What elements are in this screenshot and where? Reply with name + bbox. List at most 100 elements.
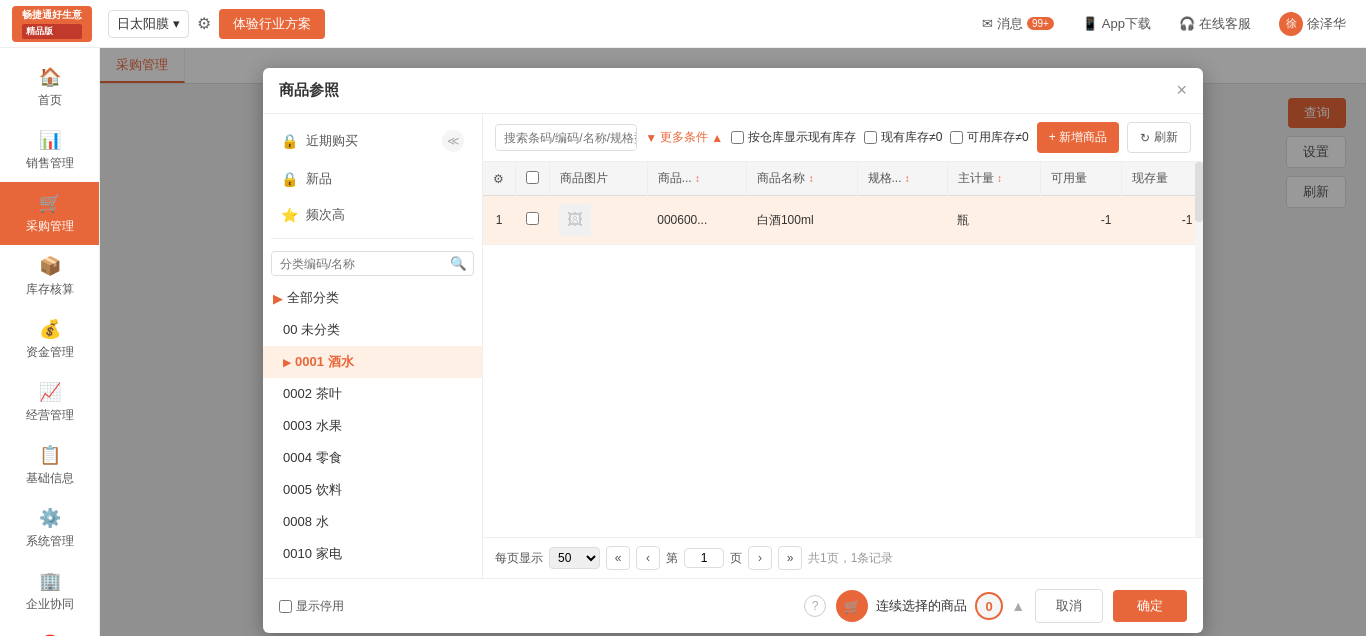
tree-item-0001-label: 0001 酒水 bbox=[295, 353, 354, 371]
recent-icon: 🔒 bbox=[281, 133, 298, 149]
collapse-button[interactable]: ≪ bbox=[442, 130, 464, 152]
trial-btn[interactable]: 体验行业方案 bbox=[219, 9, 325, 39]
prev-page-button[interactable]: ‹ bbox=[636, 546, 660, 570]
gear-button[interactable]: ⚙ bbox=[197, 14, 211, 33]
confirm-button[interactable]: 确定 bbox=[1113, 590, 1187, 622]
sidebar-item-sales[interactable]: 📊 销售管理 bbox=[0, 119, 99, 182]
sales-icon: 📊 bbox=[39, 129, 61, 151]
tab-frequent[interactable]: ⭐ 频次高 bbox=[271, 198, 474, 232]
left-panel: 🔒 近期购买 ≪ 🔒 新品 ⭐ 频次高 bbox=[263, 114, 483, 578]
tree-item-00-label: 00 未分类 bbox=[283, 321, 340, 339]
new-label: 新品 bbox=[306, 170, 332, 188]
purchase-icon: 🛒 bbox=[39, 192, 61, 214]
store-selector[interactable]: 日太阳膜 ▾ bbox=[108, 10, 189, 38]
sidebar-item-finance[interactable]: 💰 资金管理 bbox=[0, 308, 99, 371]
sort-code-icon: ↕ bbox=[695, 173, 700, 184]
tree-item-0010[interactable]: 0010 家电 bbox=[263, 538, 482, 570]
th-stock: 现存量 bbox=[1121, 162, 1202, 196]
sidebar-item-home[interactable]: 🏠 首页 bbox=[0, 56, 99, 119]
classify-search-button[interactable]: 🔍 bbox=[444, 252, 473, 275]
tree-item-0003[interactable]: 0003 水果 bbox=[263, 410, 482, 442]
sort-name-icon: ↕ bbox=[809, 173, 814, 184]
message-btn[interactable]: ✉ 消息 99+ bbox=[974, 11, 1062, 37]
filter-button[interactable]: ▼ 更多条件 ▲ bbox=[645, 129, 723, 146]
classify-search-input[interactable] bbox=[272, 253, 444, 275]
modal-overlay: 商品参照 × 🔒 近期购买 ≪ � bbox=[100, 48, 1366, 636]
product-reference-modal: 商品参照 × 🔒 近期购买 ≪ � bbox=[263, 68, 1203, 633]
refresh-product-button[interactable]: ↻ 刷新 bbox=[1127, 122, 1191, 153]
all-categories-label: 全部分类 bbox=[287, 289, 339, 307]
sidebar-item-system[interactable]: ⚙️ 系统管理 bbox=[0, 497, 99, 560]
row-name: 白酒100ml bbox=[747, 196, 857, 245]
basic-icon: 📋 bbox=[39, 444, 61, 466]
show-disabled-label[interactable]: 显示停用 bbox=[279, 598, 344, 615]
row-usable: -1 bbox=[1040, 196, 1121, 245]
sidebar-label-business: 经营管理 bbox=[26, 407, 74, 424]
tree-item-0004-label: 0004 零食 bbox=[283, 449, 342, 467]
page-total-info: 共1页，1条记录 bbox=[808, 550, 893, 567]
tab-recent-purchase[interactable]: 🔒 近期购买 ≪ bbox=[271, 122, 474, 160]
sidebar-item-enterprise[interactable]: 🏢 企业协同 bbox=[0, 560, 99, 623]
sidebar-item-purchase[interactable]: 🛒 采购管理 bbox=[0, 182, 99, 245]
store-name: 日太阳膜 bbox=[117, 15, 169, 33]
check-nonzero-label[interactable]: 现有库存≠0 bbox=[864, 129, 942, 146]
add-product-button[interactable]: + 新增商品 bbox=[1037, 122, 1119, 153]
cancel-button[interactable]: 取消 bbox=[1035, 589, 1103, 623]
help-button[interactable]: ? bbox=[804, 595, 826, 617]
table-row[interactable]: 1 🖼 bbox=[483, 196, 1203, 245]
tree-item-0004[interactable]: 0004 零食 bbox=[263, 442, 482, 474]
modal-close-button[interactable]: × bbox=[1176, 80, 1187, 101]
th-name[interactable]: 商品名称 ↕ bbox=[747, 162, 857, 196]
online-service-btn[interactable]: 🎧 在线客服 bbox=[1171, 11, 1259, 37]
headset-icon: 🎧 bbox=[1179, 16, 1195, 31]
last-page-button[interactable]: » bbox=[778, 546, 802, 570]
tree-item-0008[interactable]: 0008 水 bbox=[263, 506, 482, 538]
navbar-right: ✉ 消息 99+ 📱 App下载 🎧 在线客服 徐 徐泽华 bbox=[974, 8, 1354, 40]
collapse-footer-icon[interactable]: ▲ bbox=[1011, 598, 1025, 614]
cart-icon-button[interactable]: 🛒 bbox=[836, 590, 868, 622]
th-spec[interactable]: 规格... ↕ bbox=[857, 162, 947, 196]
sidebar-label-finance: 资金管理 bbox=[26, 344, 74, 361]
next-page-button[interactable]: › bbox=[748, 546, 772, 570]
refresh-icon: ↻ bbox=[1140, 131, 1150, 145]
first-page-button[interactable]: « bbox=[606, 546, 630, 570]
product-search-input[interactable] bbox=[496, 126, 637, 150]
app-download-btn[interactable]: 📱 App下载 bbox=[1074, 11, 1159, 37]
modal-title: 商品参照 bbox=[279, 81, 339, 100]
sidebar-item-business[interactable]: 📈 经营管理 bbox=[0, 371, 99, 434]
check-warehouse-label[interactable]: 按仓库显示现有库存 bbox=[731, 129, 856, 146]
th-code[interactable]: 商品... ↕ bbox=[647, 162, 747, 196]
table-scrollbar[interactable] bbox=[1195, 162, 1203, 537]
business-icon: 📈 bbox=[39, 381, 61, 403]
tree-item-0001[interactable]: ▶ 0001 酒水 bbox=[263, 346, 482, 378]
check-warehouse-input[interactable] bbox=[731, 131, 744, 144]
check-usable-input[interactable] bbox=[950, 131, 963, 144]
show-disabled-checkbox[interactable] bbox=[279, 600, 292, 613]
row-unit: 瓶 bbox=[947, 196, 1040, 245]
check-usable-label[interactable]: 可用库存≠0 bbox=[950, 129, 1028, 146]
th-settings[interactable]: ⚙ bbox=[483, 162, 515, 196]
tab-new-product[interactable]: 🔒 新品 bbox=[271, 162, 474, 196]
check-nonzero-input[interactable] bbox=[864, 131, 877, 144]
tree-item-0005-label: 0005 饮料 bbox=[283, 481, 342, 499]
user-profile-btn[interactable]: 徐 徐泽华 bbox=[1271, 8, 1354, 40]
row-checkbox[interactable] bbox=[526, 212, 539, 225]
row-code: 000600... bbox=[647, 196, 747, 245]
tree-item-0002[interactable]: 0002 茶叶 bbox=[263, 378, 482, 410]
page-input[interactable] bbox=[684, 548, 724, 568]
select-all-checkbox[interactable] bbox=[526, 171, 539, 184]
right-toolbar: 🔍 ▼ 更多条件 ▲ 按仓库显示现有库存 bbox=[483, 114, 1203, 162]
enterprise-icon: 🏢 bbox=[39, 570, 61, 592]
sidebar-item-basic[interactable]: 📋 基础信息 bbox=[0, 434, 99, 497]
message-badge: 99+ bbox=[1027, 17, 1054, 30]
tree-item-00[interactable]: 00 未分类 bbox=[263, 314, 482, 346]
sidebar-item-guide[interactable]: 🎯 新手引导 bbox=[0, 623, 99, 636]
tree-item-0003-label: 0003 水果 bbox=[283, 417, 342, 435]
th-unit[interactable]: 主计量 ↕ bbox=[947, 162, 1040, 196]
sidebar-label-system: 系统管理 bbox=[26, 533, 74, 550]
sidebar-item-inventory[interactable]: 📦 库存核算 bbox=[0, 245, 99, 308]
per-page-select[interactable]: 50 20 100 bbox=[549, 547, 600, 569]
tree-all-categories[interactable]: ▶ 全部分类 bbox=[263, 282, 482, 314]
frequent-label: 频次高 bbox=[306, 206, 345, 224]
tree-item-0005[interactable]: 0005 饮料 bbox=[263, 474, 482, 506]
